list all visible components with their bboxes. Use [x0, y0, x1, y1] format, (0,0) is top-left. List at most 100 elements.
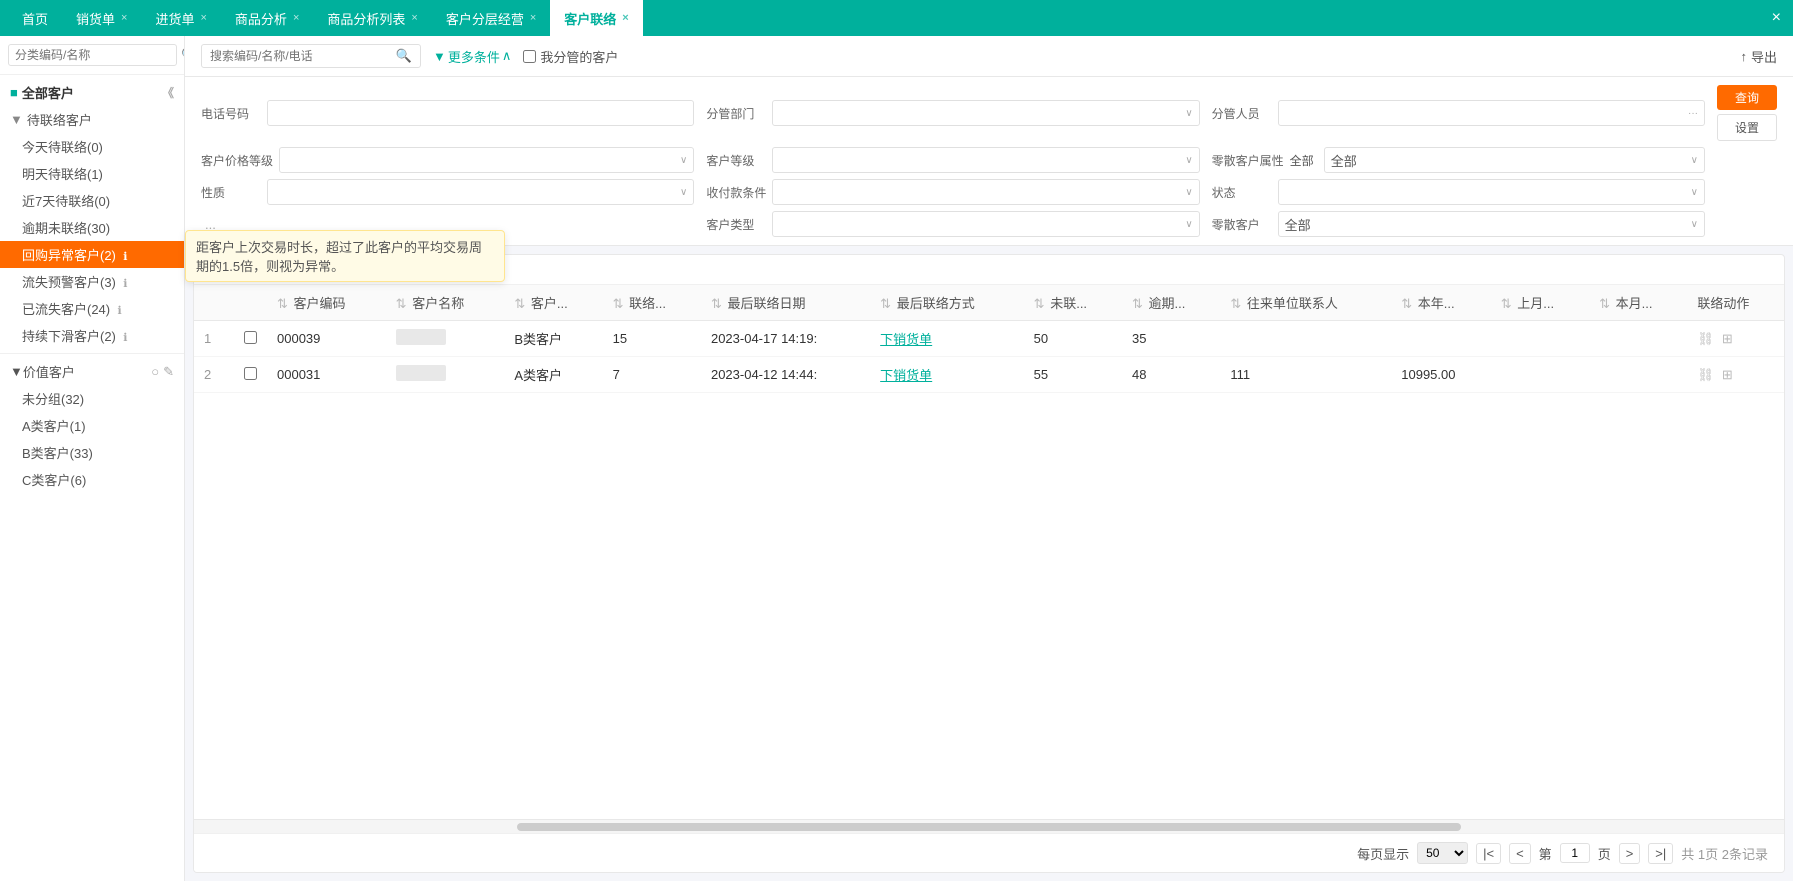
sort-overdue-icon: ⇅ — [1132, 296, 1143, 311]
nav-product-analysis[interactable]: 商品分析 × — [221, 0, 313, 36]
filter-retail-customer-select[interactable]: 全部∨ — [1278, 211, 1705, 237]
first-page-button[interactable]: |< — [1476, 843, 1501, 864]
row1-type: B类客户 — [504, 321, 602, 357]
action-placeholder-2 — [1717, 179, 1777, 205]
more-conditions-button[interactable]: ▼ 更多条件 ∧ — [433, 47, 511, 66]
filter-row-3: 性质 ∨ 收付款条件 ∨ 状态 ∨ — [201, 179, 1777, 205]
close-product-analysis-list-icon[interactable]: × — [411, 12, 417, 24]
th-contact-count: ⇅ 联络... — [603, 285, 701, 321]
close-customer-tier-icon[interactable]: × — [530, 12, 536, 24]
nav-sales-order[interactable]: 销货单 × — [62, 0, 141, 36]
sidebar-hold-decline[interactable]: 持续下滑客户(2) ℹ — [0, 322, 184, 349]
row2-link-icon[interactable]: ⛓ — [1697, 367, 1714, 383]
sidebar-class-c[interactable]: C类客户(6) — [0, 466, 184, 493]
sidebar: 🔍 ■ 全部客户 《 ▼ 待联络客户 今天待联络(0) 明天待联络(1) 近7天… — [0, 36, 185, 881]
page-size-select[interactable]: 20 50 100 — [1417, 842, 1468, 864]
already-lost-info-icon[interactable]: ℹ — [117, 305, 121, 317]
table-scroll-container[interactable]: ⇅ 客户编码 ⇅ 客户名称 ⇅ 客户... — [194, 285, 1784, 819]
sort-last-month-icon: ⇅ — [1501, 296, 1512, 311]
close-product-analysis-icon[interactable]: × — [293, 12, 299, 24]
row1-name-blur — [396, 329, 446, 345]
filter-nature-select[interactable]: ∨ — [267, 179, 694, 205]
sidebar-7day-contact[interactable]: 近7天待联络(0) — [0, 187, 184, 214]
sidebar-class-a[interactable]: A类客户(1) — [0, 412, 184, 439]
repeat-abnormal-info-icon[interactable]: ℹ — [123, 251, 127, 263]
export-button[interactable]: ↑ 导出 — [1740, 47, 1777, 66]
filter-person-select[interactable]: ··· — [1278, 100, 1705, 126]
row1-num: 1 — [194, 321, 234, 357]
value-group-title[interactable]: ▼ 价值客户 ○ ✎ — [0, 358, 184, 385]
sidebar-overdue-contact[interactable]: 逾期未联络(30) — [0, 214, 184, 241]
row1-link-icon[interactable]: ⛓ — [1697, 331, 1714, 347]
row2-checkbox-cell — [234, 357, 267, 393]
close-customer-contact-icon[interactable]: × — [622, 12, 628, 24]
th-last-month: ⇅ 上月... — [1491, 285, 1589, 321]
row2-action: ⛓ ⊞ — [1687, 357, 1784, 393]
page-number-input[interactable] — [1560, 843, 1590, 863]
search-code-name-phone[interactable] — [210, 49, 396, 63]
sidebar-tomorrow-contact[interactable]: 明天待联络(1) — [0, 160, 184, 187]
last-page-button[interactable]: >| — [1648, 843, 1673, 864]
close-purchase-order-icon[interactable]: × — [200, 12, 206, 24]
th-name: ⇅ 客户名称 — [386, 285, 505, 321]
wait-contact-group[interactable]: ▼ 待联络客户 — [0, 106, 184, 133]
nav-home[interactable]: 首页 — [8, 0, 62, 36]
sidebar-ungroup[interactable]: 未分组(32) — [0, 385, 184, 412]
sidebar-already-lost[interactable]: 已流失客户(24) ℹ — [0, 295, 184, 322]
th-unit-contact: ⇅ 往来单位联系人 — [1220, 285, 1391, 321]
customers-table: ⇅ 客户编码 ⇅ 客户名称 ⇅ 客户... — [194, 285, 1784, 393]
next-page-button[interactable]: > — [1619, 843, 1641, 864]
value-group-edit-icons: ○ ✎ — [151, 364, 174, 380]
filter-payment-select[interactable]: ∨ — [772, 179, 1199, 205]
sidebar-collapse-btn[interactable]: 《 — [162, 84, 174, 101]
sort-type-icon: ⇅ — [514, 296, 525, 311]
close-sales-order-icon[interactable]: × — [121, 12, 127, 24]
my-customers-checkbox[interactable] — [523, 50, 536, 63]
sidebar-today-contact[interactable]: 今天待联络(0) — [0, 133, 184, 160]
row2-checkbox[interactable] — [244, 367, 257, 380]
action-placeholder-3 — [1717, 211, 1777, 237]
row2-contact: 7 — [603, 357, 701, 393]
row2-name — [386, 357, 505, 393]
lost-pre-info-icon[interactable]: ℹ — [123, 278, 127, 290]
filter-customer-type: 客户类型 ∨ — [706, 211, 1199, 237]
filter-retail-attr-select[interactable]: 全部∨ — [1324, 147, 1705, 173]
more-conditions-chevron: ∧ — [502, 48, 512, 64]
horizontal-scrollbar[interactable] — [194, 819, 1784, 833]
prev-page-button[interactable]: < — [1509, 843, 1531, 864]
table-area: ⚙ ⇅ 客户编码 ⇅ — [193, 254, 1785, 873]
nav-product-analysis-list[interactable]: 商品分析列表 × — [313, 0, 431, 36]
filter-dept-select[interactable]: ∨ — [772, 100, 1199, 126]
nav-customer-tier[interactable]: 客户分层经营 × — [432, 0, 550, 36]
row1-this-year — [1391, 321, 1490, 357]
sidebar-class-b[interactable]: B类客户(33) — [0, 439, 184, 466]
query-button[interactable]: 查询 — [1717, 85, 1777, 110]
value-group-circle-icon[interactable]: ○ — [151, 364, 159, 380]
row2-last-method[interactable]: 下销货单 — [870, 357, 1024, 393]
table-row: 2 000031 A类客户 7 2023-04-12 14:44: 下销 — [194, 357, 1784, 393]
close-all-tabs-button[interactable]: × — [1772, 9, 1781, 27]
scroll-thumb[interactable] — [517, 823, 1461, 831]
row1-unit-contact — [1220, 321, 1391, 357]
filter-price-level-select[interactable]: ∨ — [279, 147, 694, 173]
filter-search-icon[interactable]: 🔍 — [396, 48, 412, 64]
row1-checkbox[interactable] — [244, 331, 257, 344]
hold-decline-info-icon[interactable]: ℹ — [123, 332, 127, 344]
sidebar-search-input[interactable] — [8, 44, 177, 66]
row2-grid-icon[interactable]: ⊞ — [1722, 367, 1733, 383]
content-area: 🔍 ▼ 更多条件 ∧ 我分管的客户 ↑ 导出 电话号码 — [185, 36, 1793, 881]
filter-status-select[interactable]: ∨ — [1278, 179, 1705, 205]
value-group-edit-icon[interactable]: ✎ — [163, 364, 174, 380]
nav-purchase-order[interactable]: 进货单 × — [141, 0, 220, 36]
settings-button[interactable]: 设置 — [1717, 114, 1777, 141]
filter-price-level: 客户价格等级 ∨ — [201, 147, 694, 173]
sidebar-repeat-abnormal[interactable]: 回购异常客户(2) ℹ — [0, 241, 184, 268]
row1-action-icons: ⛓ ⊞ — [1697, 331, 1774, 347]
filter-customer-level-select[interactable]: ∨ — [772, 147, 1199, 173]
row1-last-method[interactable]: 下销货单 — [870, 321, 1024, 357]
nav-customer-contact[interactable]: 客户联络 × — [550, 0, 642, 36]
row1-grid-icon[interactable]: ⊞ — [1722, 331, 1733, 347]
filter-phone-input[interactable] — [267, 100, 694, 126]
sidebar-lost-pre-warning[interactable]: 流失预警客户(3) ℹ — [0, 268, 184, 295]
filter-customer-type-select[interactable]: ∨ — [772, 211, 1199, 237]
